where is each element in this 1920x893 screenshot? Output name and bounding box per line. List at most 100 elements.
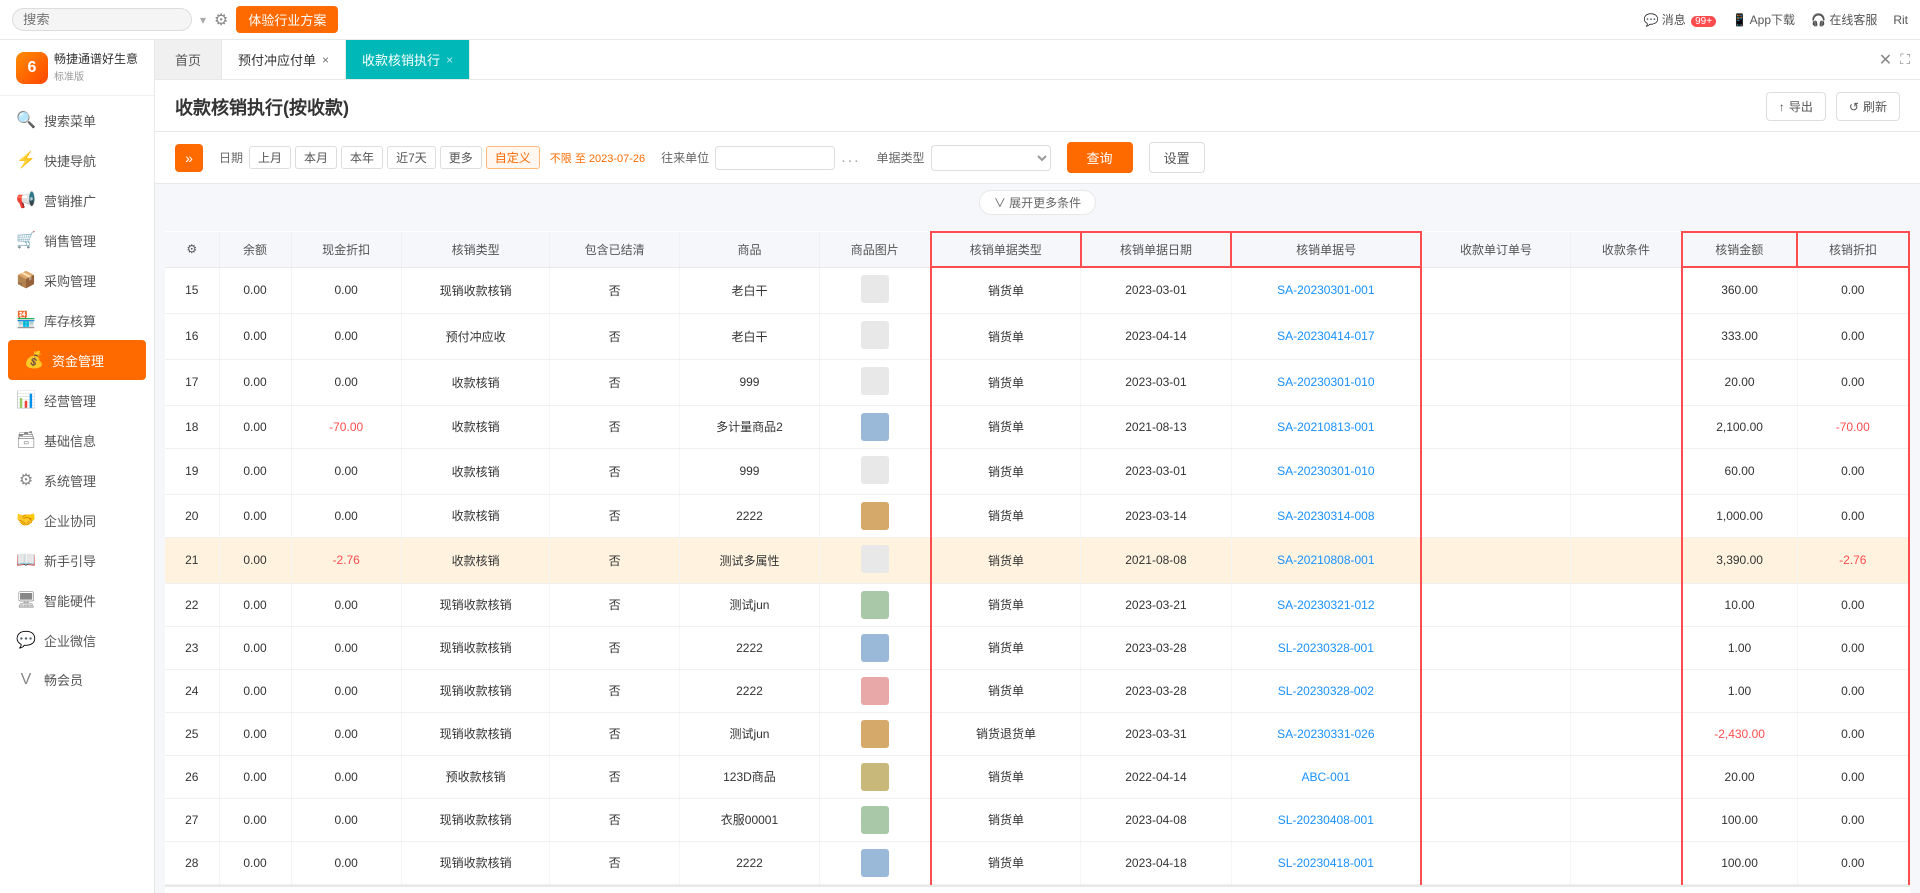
table-footer: 40,556,66... 952.24 [165, 885, 1910, 893]
doc-no-link[interactable]: SL-20230408-001 [1278, 813, 1374, 827]
sidebar-item-11[interactable]: 📖新手引导 [0, 540, 154, 580]
refresh-button[interactable]: ↺ 刷新 [1836, 92, 1900, 121]
cell-payment-terms [1571, 669, 1682, 712]
cell-balance: 0.00 [219, 359, 291, 405]
sidebar-item-1[interactable]: ⚡快捷导航 [0, 140, 154, 180]
maximize-icon[interactable]: ⛶ [1900, 51, 1910, 68]
sidebar-icon-5: 🏪 [16, 310, 36, 330]
table-row: 23 0.00 0.00 现销收款核销 否 2222 销货单 2023-03-2… [165, 626, 1909, 669]
user-name[interactable]: Rit [1893, 13, 1908, 27]
page-title: 收款核销执行(按收款) [175, 94, 349, 120]
doc-no-link[interactable]: SL-20230328-002 [1278, 684, 1374, 698]
cell-discount: -2.76 [1797, 537, 1909, 583]
cell-id: 16 [165, 313, 219, 359]
cell-payment-terms [1571, 626, 1682, 669]
date-btn-this-year[interactable]: 本年 [341, 146, 383, 169]
cell-writeoff-type: 现销收款核销 [401, 841, 550, 884]
sidebar-item-5[interactable]: 🏪库存核算 [0, 300, 154, 340]
sidebar-item-7[interactable]: 📊经营管理 [0, 380, 154, 420]
cell-balance: 0.00 [219, 267, 291, 313]
cell-amount: 3,390.00 [1682, 537, 1797, 583]
cell-order-no [1421, 405, 1570, 448]
col-settings: ⚙ [165, 232, 219, 267]
sidebar-item-0[interactable]: 🔍搜索菜单 [0, 100, 154, 140]
filter-expand-button[interactable]: » [175, 144, 203, 172]
close-window-icon[interactable]: ✕ [1879, 50, 1892, 70]
tab-writeoff-close[interactable]: × [446, 53, 453, 67]
sidebar-item-14[interactable]: V畅会员 [0, 660, 154, 699]
cell-payment-terms [1571, 448, 1682, 494]
cell-product-image [820, 626, 931, 669]
cell-order-no [1421, 755, 1570, 798]
expand-more-row: ∨ 展开更多条件 [155, 184, 1920, 221]
sidebar-icon-0: 🔍 [16, 110, 36, 130]
sidebar-item-2[interactable]: 📢营销推广 [0, 180, 154, 220]
settings-icon[interactable]: ⚙ [214, 10, 228, 30]
cell-product: 2222 [679, 841, 819, 884]
date-btn-more[interactable]: 更多 [440, 146, 482, 169]
cell-product-image [820, 405, 931, 448]
doc-no-link[interactable]: ABC-001 [1301, 770, 1350, 784]
cell-include-cleared: 否 [550, 841, 679, 884]
doc-no-link[interactable]: SA-20230314-008 [1277, 509, 1374, 523]
doc-no-link[interactable]: SA-20210813-001 [1277, 420, 1374, 434]
online-service-link[interactable]: 🎧 在线客服 [1811, 11, 1877, 28]
sidebar-item-8[interactable]: 🗃基础信息 [0, 420, 154, 460]
cell-product: 测试jun [679, 583, 819, 626]
refresh-label: 刷新 [1863, 98, 1887, 115]
cell-cash-discount: 0.00 [291, 494, 401, 537]
tab-prepay-close[interactable]: × [322, 53, 329, 67]
date-btn-custom[interactable]: 自定义 [486, 146, 540, 169]
from-unit-input[interactable] [715, 146, 835, 170]
date-btn-this-month[interactable]: 本月 [295, 146, 337, 169]
app-download-link[interactable]: 📱 App下载 [1732, 11, 1795, 28]
tab-home[interactable]: 首页 [155, 40, 222, 79]
col-payment-terms: 收款条件 [1571, 232, 1682, 267]
doc-no-link[interactable]: SL-20230328-001 [1278, 641, 1374, 655]
doc-no-link[interactable]: SA-20230331-026 [1277, 727, 1374, 741]
data-table: ⚙ 余额 现金折扣 核销类型 包含已结清 商品 商品图片 核销单据类型 核销单据… [165, 231, 1910, 885]
doc-no-link[interactable]: SA-20230414-017 [1277, 329, 1374, 343]
cell-include-cleared: 否 [550, 313, 679, 359]
export-button[interactable]: ↑ 导出 [1766, 92, 1826, 121]
date-btn-last-month[interactable]: 上月 [249, 146, 291, 169]
top-search-input[interactable] [12, 8, 192, 31]
doc-no-link[interactable]: SA-20230301-010 [1277, 375, 1374, 389]
cell-id: 18 [165, 405, 219, 448]
cell-product-image [820, 669, 931, 712]
sidebar-item-4[interactable]: 📦采购管理 [0, 260, 154, 300]
cell-order-no [1421, 798, 1570, 841]
cell-product: 2222 [679, 626, 819, 669]
message-area[interactable]: 💬 消息 99+ [1643, 11, 1716, 28]
sidebar-item-9[interactable]: ⚙系统管理 [0, 460, 154, 500]
settings-button[interactable]: 设置 [1149, 142, 1205, 173]
table-body: 15 0.00 0.00 现销收款核销 否 老白干 销货单 2023-03-01… [165, 267, 1909, 884]
doc-no-link[interactable]: SA-20230301-010 [1277, 464, 1374, 478]
logo-name: 畅捷通谱好生意 [54, 52, 138, 68]
cell-discount: 0.00 [1797, 798, 1909, 841]
doc-no-link[interactable]: SA-20210808-001 [1277, 553, 1374, 567]
col-cash-discount: 现金折扣 [291, 232, 401, 267]
date-buttons: 上月 本月 本年 近7天 更多 自定义 [249, 146, 540, 169]
doc-no-link[interactable]: SL-20230418-001 [1278, 856, 1374, 870]
sidebar-item-3[interactable]: 🛒销售管理 [0, 220, 154, 260]
doc-no-link[interactable]: SA-20230321-012 [1277, 598, 1374, 612]
cell-doc-type: 销货单 [931, 626, 1081, 669]
industry-btn[interactable]: 体验行业方案 [236, 6, 338, 33]
doc-no-link[interactable]: SA-20230301-001 [1277, 283, 1374, 297]
cell-doc-no: SA-20230301-001 [1231, 267, 1421, 313]
sidebar-item-12[interactable]: 🖥智能硬件 [0, 580, 154, 620]
sidebar-item-13[interactable]: 💬企业微信 [0, 620, 154, 660]
cell-doc-date: 2023-04-18 [1081, 841, 1231, 884]
query-button[interactable]: 查询 [1067, 142, 1133, 173]
sidebar-item-6[interactable]: 💰资金管理 [8, 340, 146, 380]
date-btn-7days[interactable]: 近7天 [387, 146, 436, 169]
tab-writeoff[interactable]: 收款核销执行 × [346, 40, 470, 79]
sidebar-item-10[interactable]: 🤝企业协同 [0, 500, 154, 540]
doc-type-select[interactable] [931, 145, 1051, 171]
tab-prepay[interactable]: 预付冲应付单 × [222, 40, 346, 79]
expand-more-button[interactable]: ∨ 展开更多条件 [979, 190, 1096, 215]
cell-doc-type: 销货单 [931, 359, 1081, 405]
cell-discount: -70.00 [1797, 405, 1909, 448]
cell-payment-terms [1571, 405, 1682, 448]
